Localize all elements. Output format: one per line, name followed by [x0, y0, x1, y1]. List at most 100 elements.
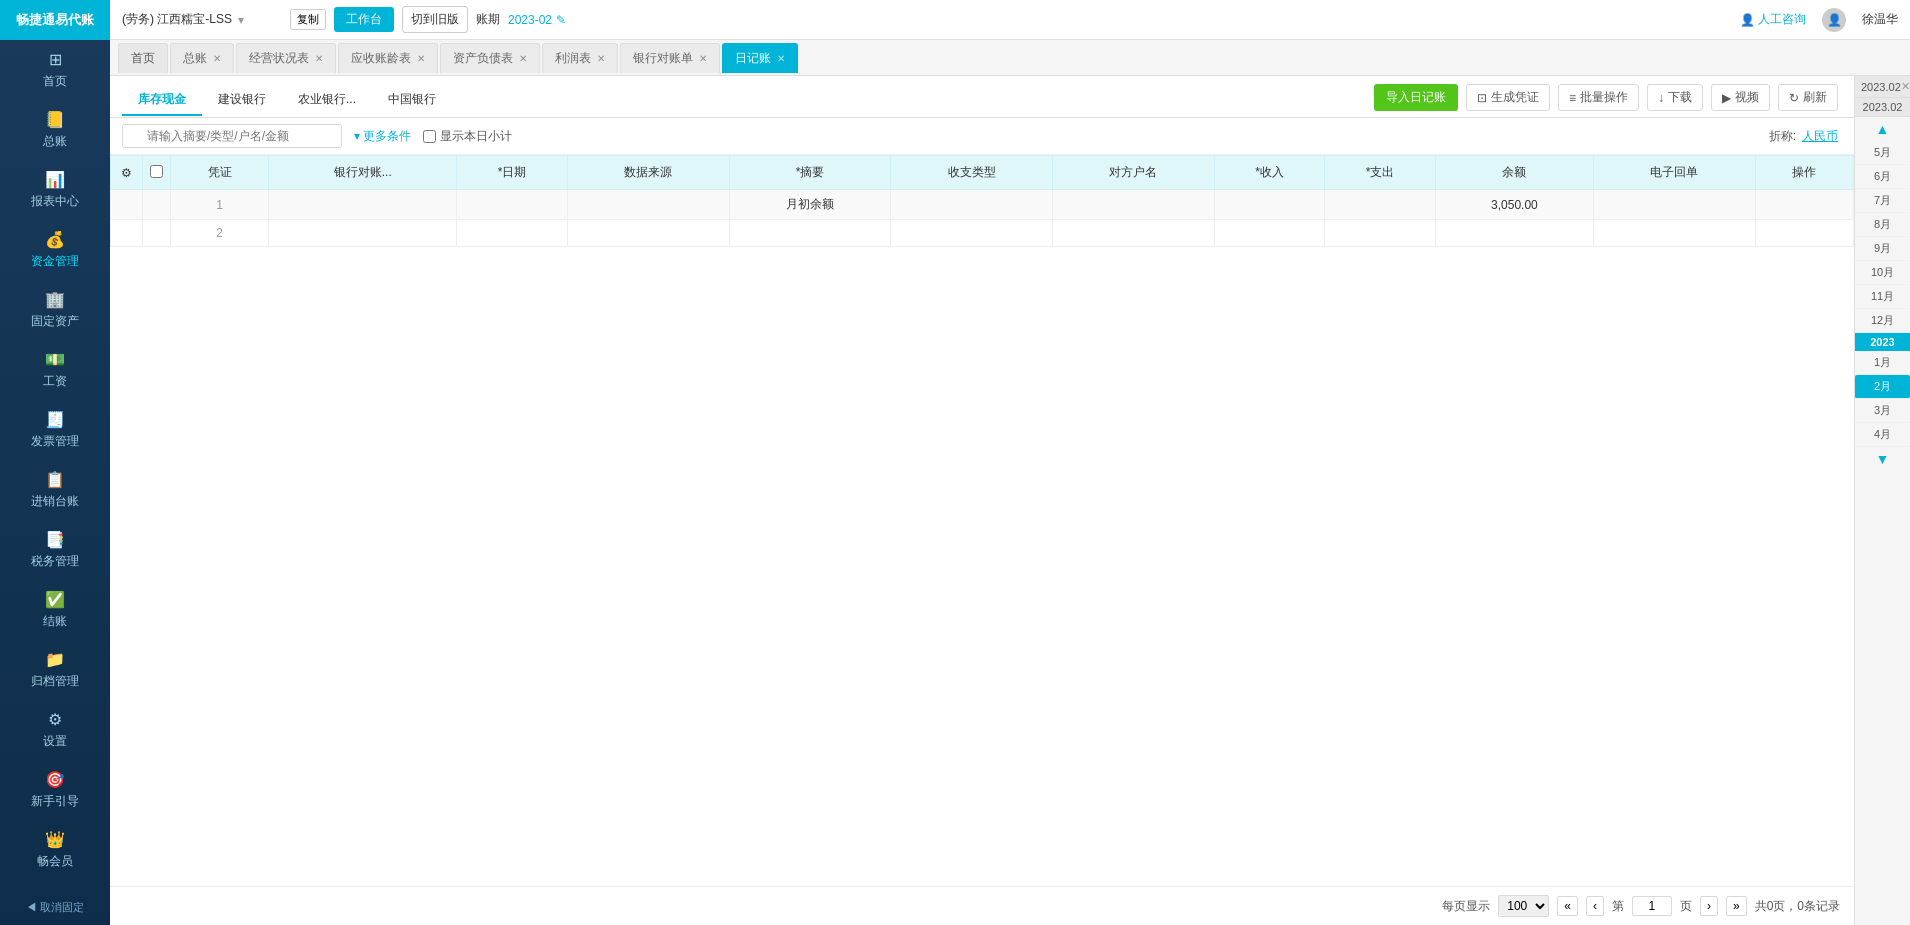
subtab-nongye[interactable]: 农业银行... — [282, 85, 372, 116]
cell-source — [567, 220, 729, 247]
period-scroll-down-btn[interactable]: ▼ — [1855, 447, 1910, 471]
currency-value[interactable]: 人民币 — [1802, 128, 1838, 145]
period-month-8[interactable]: 8月 — [1855, 213, 1910, 237]
sidebar-item-assets[interactable]: 🏢 固定资产 — [0, 280, 110, 340]
subtab-cash[interactable]: 库存现金 — [122, 85, 202, 116]
company-selector[interactable]: (劳务) 江西糯宝-LSS ▾ — [122, 11, 282, 28]
tab-close-profit[interactable]: ✕ — [597, 53, 605, 64]
period-month-4[interactable]: 4月 — [1855, 423, 1910, 447]
tab-bar: 首页 总账 ✕ 经营状况表 ✕ 应收账龄表 ✕ 资产负债表 ✕ 利润表 ✕ 银行… — [110, 40, 1910, 76]
download-btn[interactable]: ↓ 下载 — [1647, 84, 1703, 111]
cell-date — [457, 190, 567, 220]
period-month-11[interactable]: 11月 — [1855, 285, 1910, 309]
cell-summary — [729, 220, 891, 247]
sidebar-item-settings[interactable]: ⚙ 设置 — [0, 700, 110, 760]
show-daily-total-checkbox[interactable] — [423, 130, 436, 143]
period-month-9[interactable]: 9月 — [1855, 237, 1910, 261]
username[interactable]: 徐温华 — [1862, 11, 1898, 28]
video-icon: ▶ — [1722, 91, 1731, 105]
period-edit-icon[interactable]: ✎ — [556, 13, 566, 27]
period-month-1[interactable]: 1月 — [1855, 351, 1910, 375]
customer-service-btn[interactable]: 👤 人工咨询 — [1740, 11, 1806, 28]
tab-journal[interactable]: 日记账 ✕ — [722, 43, 798, 73]
next-page-btn[interactable]: › — [1700, 896, 1718, 916]
unpin-sidebar-btn[interactable]: ◀ 取消固定 — [0, 890, 110, 925]
sidebar-item-invoice[interactable]: 🧾 发票管理 — [0, 400, 110, 460]
tab-bank-reconcile[interactable]: 银行对账单 ✕ — [620, 43, 720, 73]
company-dropdown-arrow: ▾ — [238, 13, 244, 27]
cell-bank-ref — [269, 220, 457, 247]
sidebar-item-label: 发票管理 — [31, 433, 79, 450]
sidebar-item-closing[interactable]: ✅ 结账 — [0, 580, 110, 640]
subtab-zhongguo[interactable]: 中国银行 — [372, 85, 452, 116]
filter-row: 🔍 ▾ 更多条件 显示本日小计 折称: 人民币 — [110, 118, 1910, 155]
period-month-3[interactable]: 3月 — [1855, 399, 1910, 423]
sidebar-item-ledger[interactable]: 📒 总账 — [0, 100, 110, 160]
tab-close-ledger[interactable]: ✕ — [213, 53, 221, 64]
prev-page-btn[interactable]: ‹ — [1586, 896, 1604, 916]
cell-summary: 月初余额 — [729, 190, 891, 220]
sidebar-item-guide[interactable]: 🎯 新手引导 — [0, 760, 110, 820]
sidebar-item-cashflow[interactable]: 💰 资金管理 — [0, 220, 110, 280]
sidebar-item-archive[interactable]: 📁 归档管理 — [0, 640, 110, 700]
import-journal-btn[interactable]: 导入日记账 — [1374, 84, 1458, 111]
salary-icon: 💵 — [45, 350, 65, 369]
search-input[interactable] — [122, 124, 342, 148]
tab-close-journal[interactable]: ✕ — [777, 53, 785, 64]
tab-home[interactable]: 首页 — [118, 43, 168, 73]
period-scroll-up-btn[interactable]: ▲ — [1855, 117, 1910, 141]
show-daily-total-label[interactable]: 显示本日小计 — [423, 128, 512, 145]
page-word: 页 — [1680, 898, 1692, 915]
period-month-2[interactable]: 2月 — [1855, 375, 1910, 399]
col-settings[interactable]: ⚙ — [111, 156, 143, 190]
tab-close-biz[interactable]: ✕ — [315, 53, 323, 64]
period-value: 2023-02 ✎ — [508, 13, 566, 27]
refresh-btn[interactable]: ↻ 刷新 — [1778, 84, 1838, 111]
page-number-input[interactable] — [1632, 896, 1672, 916]
period-month-5[interactable]: 5月 — [1855, 141, 1910, 165]
period-month-6[interactable]: 6月 — [1855, 165, 1910, 189]
tab-close-receivable[interactable]: ✕ — [417, 53, 425, 64]
period-month-7[interactable]: 7月 — [1855, 189, 1910, 213]
col-checkbox — [143, 156, 171, 190]
tab-close-bank[interactable]: ✕ — [699, 53, 707, 64]
tab-balance[interactable]: 资产负债表 ✕ — [440, 43, 540, 73]
topbar: (劳务) 江西糯宝-LSS ▾ 复制 工作台 切到旧版 账期 2023-02 ✎… — [110, 0, 1910, 40]
cell-amount: 3,050.00 — [1435, 190, 1593, 220]
period-label: 账期 — [476, 11, 500, 28]
period-panel-year-prev: 2023.02 — [1861, 81, 1901, 93]
tab-profit[interactable]: 利润表 ✕ — [542, 43, 618, 73]
sidebar-item-salespurch[interactable]: 📋 进销台账 — [0, 460, 110, 520]
period-month-12[interactable]: 12月 — [1855, 309, 1910, 333]
copy-company-btn[interactable]: 复制 — [290, 9, 326, 30]
tab-ledger[interactable]: 总账 ✕ — [170, 43, 234, 73]
sidebar-item-label: 报表中心 — [31, 193, 79, 210]
cell-counterpart — [1053, 220, 1215, 247]
first-page-btn[interactable]: « — [1557, 896, 1578, 916]
sidebar-item-reports[interactable]: 📊 报表中心 — [0, 160, 110, 220]
sidebar-item-tax[interactable]: 📑 税务管理 — [0, 520, 110, 580]
select-all-checkbox[interactable] — [150, 165, 163, 178]
cell-pay-type — [891, 220, 1053, 247]
sidebar-item-salary[interactable]: 💵 工资 — [0, 340, 110, 400]
sidebar-item-home[interactable]: ⊞ 首页 — [0, 40, 110, 100]
batch-op-btn[interactable]: ≡ 批量操作 — [1558, 84, 1639, 111]
generate-voucher-btn[interactable]: ⊡ 生成凭证 — [1466, 84, 1550, 111]
per-page-select[interactable]: 100 50 200 — [1498, 895, 1549, 917]
last-page-btn[interactable]: » — [1726, 896, 1747, 916]
period-month-10[interactable]: 10月 — [1855, 261, 1910, 285]
tab-biz[interactable]: 经营状况表 ✕ — [236, 43, 336, 73]
more-conditions-btn[interactable]: ▾ 更多条件 — [354, 128, 411, 145]
cell-bank-ref — [269, 190, 457, 220]
cell-electronic — [1594, 220, 1756, 247]
period-panel-close-btn[interactable]: ✕ — [1901, 80, 1910, 93]
cell-pay-type — [891, 190, 1053, 220]
workbench-btn[interactable]: 工作台 — [334, 7, 394, 32]
cell-electronic — [1594, 190, 1756, 220]
tab-close-balance[interactable]: ✕ — [519, 53, 527, 64]
video-btn[interactable]: ▶ 视频 — [1711, 84, 1770, 111]
sidebar-item-vip[interactable]: 👑 畅会员 — [0, 820, 110, 880]
subtab-jianshe[interactable]: 建设银行 — [202, 85, 282, 116]
tab-receivable[interactable]: 应收账龄表 ✕ — [338, 43, 438, 73]
old-version-btn[interactable]: 切到旧版 — [402, 6, 468, 33]
